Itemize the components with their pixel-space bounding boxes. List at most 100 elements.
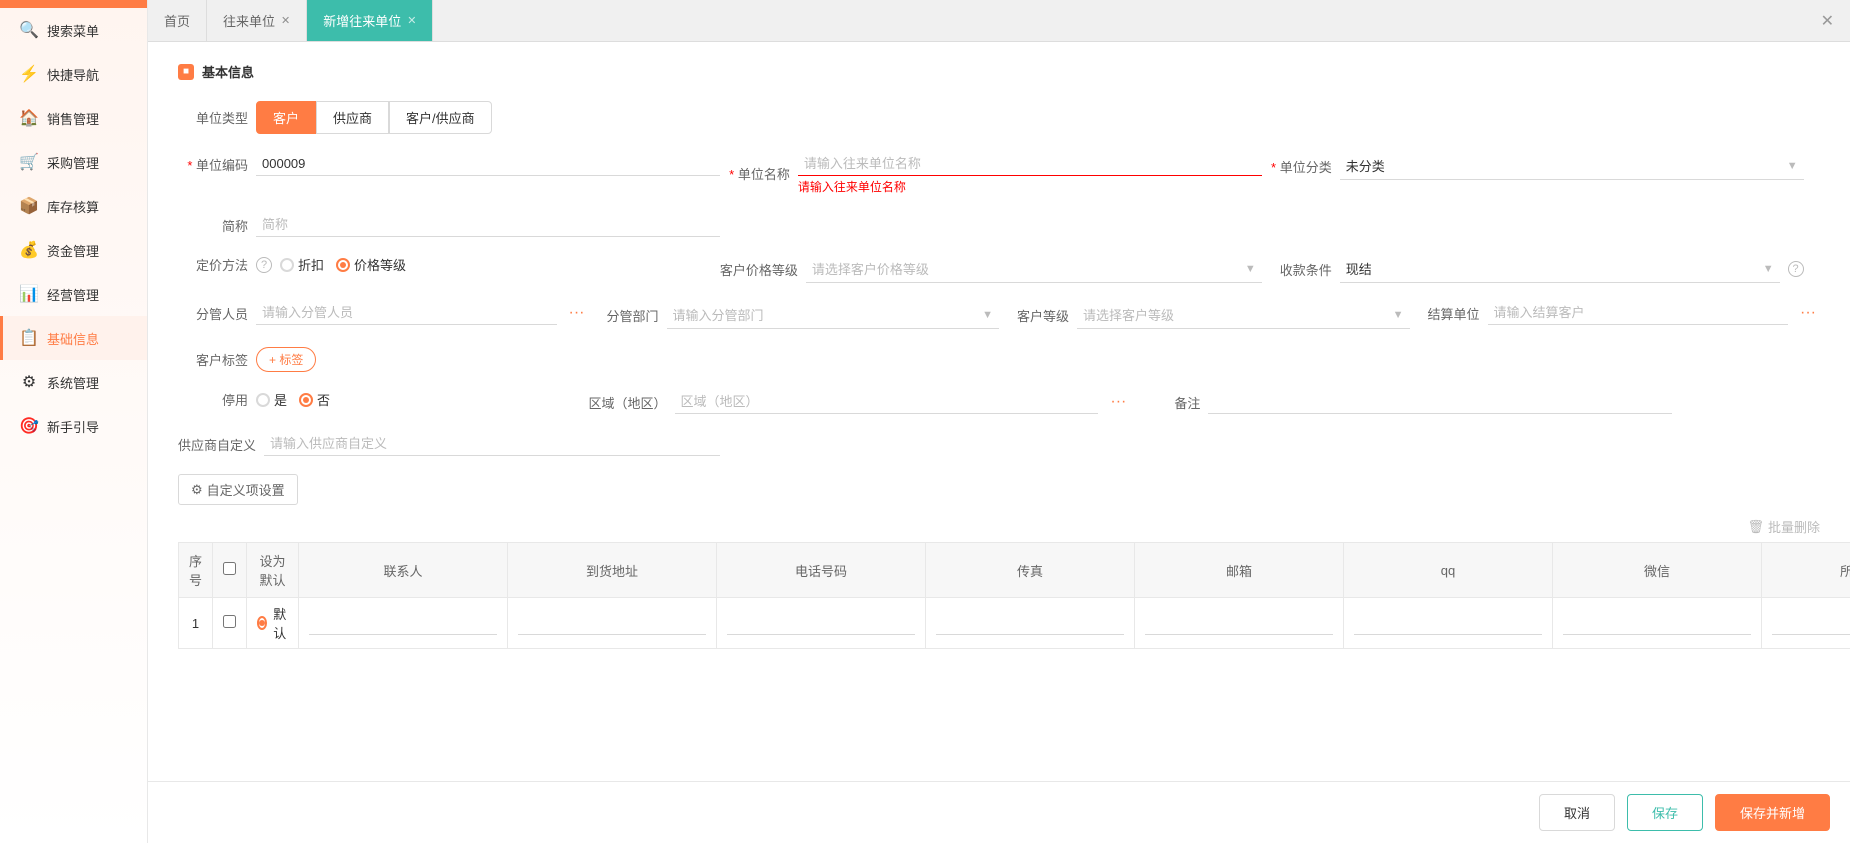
remark-input[interactable] — [1208, 390, 1672, 414]
sidebar-item-guide[interactable]: 🎯 新手引导 — [0, 404, 147, 448]
customer-level-label: 客户等级 — [999, 306, 1069, 325]
row-email-input[interactable] — [1145, 611, 1333, 635]
sidebar-item-operations[interactable]: 📊 经营管理 — [0, 272, 147, 316]
row-qq — [1344, 598, 1553, 649]
tab-partners[interactable]: 往来单位 ✕ — [207, 0, 307, 41]
pricing-group: 定价方法 ? 折扣 价格等级 — [178, 255, 720, 274]
row-default-radio[interactable]: 默认 — [257, 604, 288, 642]
settlement-dots[interactable]: ··· — [1796, 304, 1820, 322]
th-checkbox — [213, 543, 247, 598]
tab-bar: 首页 往来单位 ✕ 新增往来单位 ✕ ✕ — [148, 0, 1850, 42]
payment-terms-info-icon[interactable]: ? — [1788, 261, 1804, 277]
add-tag-button[interactable]: + 标签 — [256, 347, 316, 372]
sidebar-item-finance[interactable]: 💰 资金管理 — [0, 228, 147, 272]
sidebar-item-purchase[interactable]: 🛒 采购管理 — [0, 140, 147, 184]
tab-new-partner[interactable]: 新增往来单位 ✕ — [307, 0, 433, 41]
customize-settings-label: 自定义项设置 — [207, 480, 285, 499]
row-wechat-input[interactable] — [1563, 611, 1751, 635]
th-region: 所在地区 — [1762, 543, 1850, 598]
customer-level-placeholder: 请选择客户等级 — [1083, 305, 1389, 324]
save-button[interactable]: 保存 — [1627, 794, 1703, 831]
sidebar-label-search: 搜索菜单 — [47, 21, 99, 40]
department-select[interactable]: 请输入分管部门 ▼ — [667, 301, 1000, 329]
cancel-button[interactable]: 取消 — [1539, 794, 1615, 831]
type-btn-customer[interactable]: 客户 — [256, 101, 316, 134]
sidebar-item-search[interactable]: 🔍 搜索菜单 — [0, 8, 147, 52]
department-group: 分管部门 请输入分管部门 ▼ — [589, 301, 1000, 329]
disabled-yes-radio[interactable]: 是 — [256, 390, 287, 409]
row-region-input[interactable] — [1772, 611, 1850, 635]
sidebar-item-basic[interactable]: 📋 基础信息 — [0, 316, 147, 360]
tab-new-partner-label: 新增往来单位 — [323, 11, 401, 30]
disabled-no-label: 否 — [317, 390, 330, 409]
sales-icon: 🏠 — [19, 108, 39, 128]
unit-name-input[interactable] — [798, 152, 1262, 176]
disabled-no-radio[interactable]: 否 — [299, 390, 330, 409]
batch-delete-button[interactable]: 🗑 批量删除 — [1747, 517, 1820, 536]
row-fax-input[interactable] — [936, 611, 1124, 635]
tab-home[interactable]: 首页 — [148, 0, 207, 41]
th-seq: 序号 — [179, 543, 213, 598]
short-name-input[interactable] — [256, 213, 720, 237]
customer-price-level-placeholder: 请选择客户价格等级 — [812, 259, 1241, 278]
row-select-checkbox[interactable] — [223, 615, 236, 628]
row-default-label: 默认 — [271, 604, 288, 642]
region-dots[interactable]: ··· — [1106, 393, 1130, 411]
window-close-button[interactable]: ✕ — [1805, 11, 1850, 31]
department-label: 分管部门 — [589, 306, 659, 325]
purchase-icon: 🛒 — [19, 152, 39, 172]
unit-type-label: 单位类型 — [178, 108, 248, 127]
customer-level-select[interactable]: 请选择客户等级 ▼ — [1077, 301, 1410, 329]
pricing-row: 定价方法 ? 折扣 价格等级 客户价格等级 请选择客户价格等级 — [178, 255, 1820, 283]
row-address-input[interactable] — [518, 611, 706, 635]
disabled-group: 停用 是 否 — [178, 390, 589, 409]
row-checkbox — [213, 598, 247, 649]
type-btn-both[interactable]: 客户/供应商 — [389, 101, 492, 134]
tab-partners-close[interactable]: ✕ — [281, 14, 290, 27]
supplier-custom-row: 供应商自定义 — [178, 432, 1820, 456]
sidebar-item-inventory[interactable]: 📦 库存核算 — [0, 184, 147, 228]
sidebar-item-system[interactable]: ⚙ 系统管理 — [0, 360, 147, 404]
customize-settings-icon: ⚙ — [191, 482, 203, 498]
supplier-custom-input[interactable] — [264, 432, 720, 456]
manager-dots[interactable]: ··· — [565, 304, 589, 322]
th-qq: qq — [1344, 543, 1553, 598]
unit-code-input[interactable] — [256, 152, 720, 176]
row-phone-input[interactable] — [727, 611, 915, 635]
disabled-yes-label: 是 — [274, 390, 287, 409]
customer-level-group: 客户等级 请选择客户等级 ▼ — [999, 301, 1410, 329]
sidebar-label-guide: 新手引导 — [47, 417, 99, 436]
payment-terms-select[interactable]: 现结 ▼ — [1340, 255, 1780, 283]
pricing-radio-level[interactable]: 价格等级 — [336, 255, 406, 274]
select-all-checkbox[interactable] — [223, 562, 236, 575]
unit-category-value: 未分类 — [1346, 156, 1783, 175]
sidebar-item-sales[interactable]: 🏠 销售管理 — [0, 96, 147, 140]
unit-category-select[interactable]: 未分类 ▼ — [1340, 152, 1804, 180]
type-btn-supplier[interactable]: 供应商 — [316, 101, 389, 134]
section-title: 基本信息 — [202, 62, 254, 81]
region-label: 区域（地区） — [589, 393, 667, 412]
row-default-circle — [257, 616, 267, 630]
sidebar-item-quicknav[interactable]: ⚡ 快捷导航 — [0, 52, 147, 96]
customize-settings-button[interactable]: ⚙ 自定义项设置 — [178, 474, 298, 505]
department-chevron: ▼ — [982, 309, 993, 321]
pricing-info-icon[interactable]: ? — [256, 257, 272, 273]
pricing-radio-discount[interactable]: 折扣 — [280, 255, 324, 274]
tab-home-label: 首页 — [164, 11, 190, 30]
save-add-button[interactable]: 保存并新增 — [1715, 794, 1830, 831]
table-header-row: 序号 设为默认 联系人 到货地址 电话号码 传真 邮箱 qq 微信 所在地区 操… — [179, 543, 1850, 598]
region-group: 区域（地区） ··· — [589, 390, 1131, 414]
customer-price-level-select[interactable]: 请选择客户价格等级 ▼ — [806, 255, 1262, 283]
settlement-input[interactable] — [1488, 301, 1789, 325]
tab-new-partner-close[interactable]: ✕ — [407, 14, 416, 27]
manager-input[interactable] — [256, 301, 557, 325]
th-wechat: 微信 — [1553, 543, 1762, 598]
row-contact-input[interactable] — [309, 611, 497, 635]
sidebar-label-finance: 资金管理 — [47, 241, 99, 260]
customer-price-level-group: 客户价格等级 请选择客户价格等级 ▼ — [720, 255, 1262, 283]
th-email: 邮箱 — [1135, 543, 1344, 598]
row-default: 默认 — [247, 598, 299, 649]
region-input[interactable] — [675, 390, 1099, 414]
row-qq-input[interactable] — [1354, 611, 1542, 635]
unit-category-chevron: ▼ — [1787, 160, 1798, 172]
